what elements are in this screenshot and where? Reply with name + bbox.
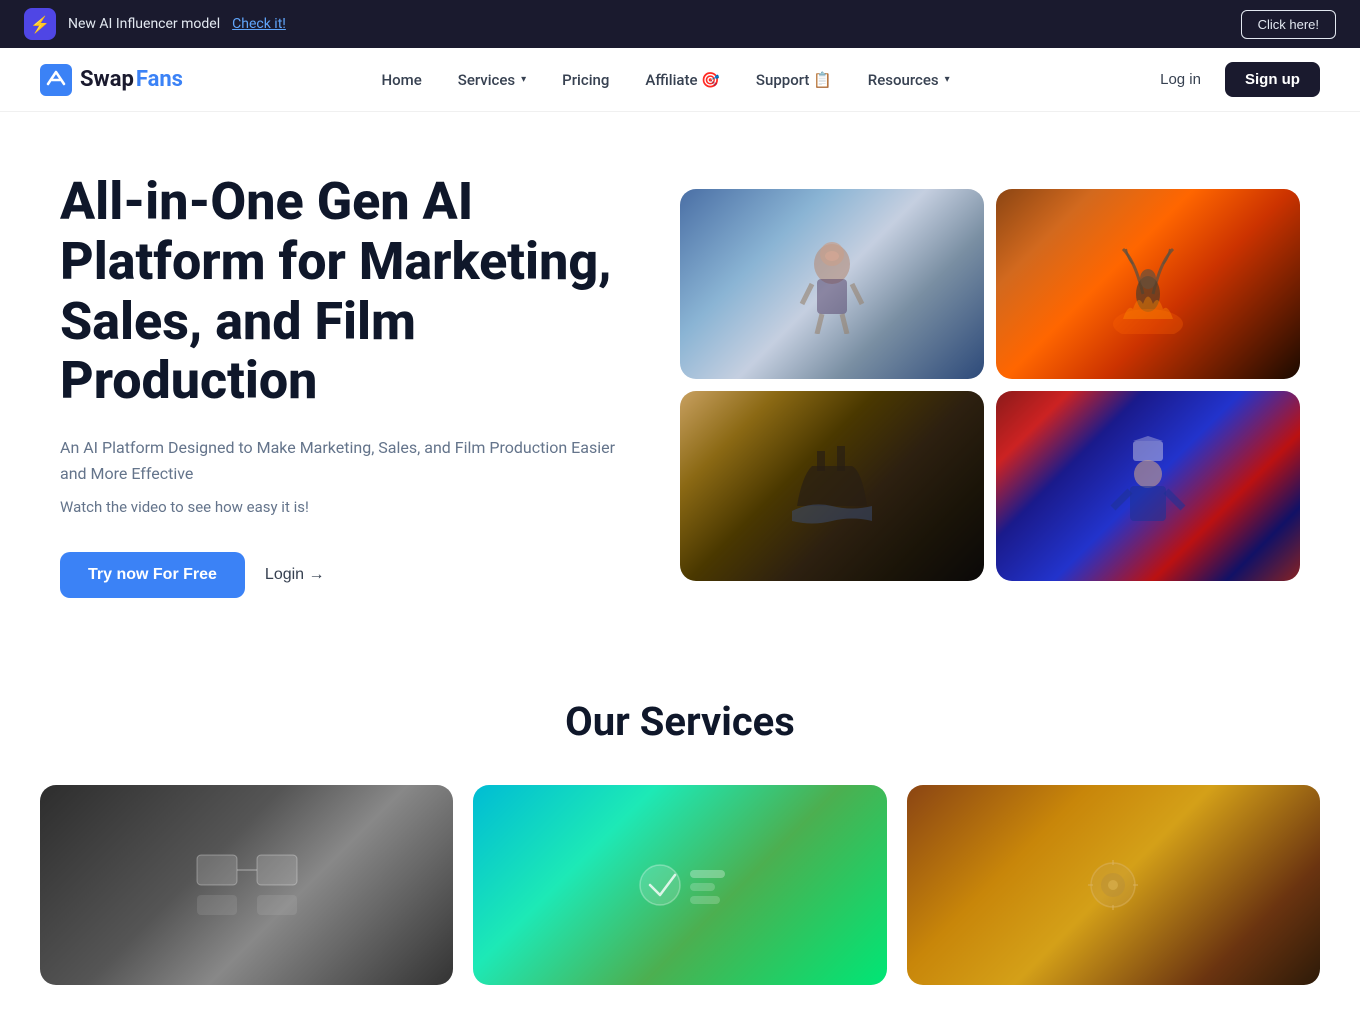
service-card-2[interactable] [473,785,886,985]
hero-section: All-in-One Gen AI Platform for Marketing… [0,112,1360,638]
hero-left: All-in-One Gen AI Platform for Marketing… [60,172,620,598]
hero-watch-text: Watch the video to see how easy it is! [60,498,620,516]
banner-link[interactable]: Check it! [232,16,286,32]
chevron-down-icon: ▾ [945,74,950,85]
top-banner: ⚡ New AI Influencer model Check it! Clic… [0,0,1360,48]
nav-actions: Log in Sign up [1148,62,1320,97]
nav-item-support[interactable]: Support 📋 [742,63,846,97]
login-button[interactable]: Log in [1148,63,1213,96]
hero-login-button[interactable]: Login → [265,566,325,584]
banner-text: New AI Influencer model [68,16,220,32]
hero-subtitle: An AI Platform Designed to Make Marketin… [60,435,620,486]
logo-swap-text: Swap [80,67,134,92]
logo[interactable]: SwapFans [40,64,183,96]
uncle-sam-placeholder [996,391,1300,581]
click-here-button[interactable]: Click here! [1241,10,1336,39]
nav-item-services[interactable]: Services ▾ [444,63,540,97]
ship-sinking-placeholder [680,391,984,581]
nav-links: Home Services ▾ Pricing Affiliate 🎯 Supp… [367,63,963,97]
main-nav: SwapFans Home Services ▾ Pricing Affilia… [0,48,1360,112]
hero-images-grid [680,189,1300,581]
try-now-button[interactable]: Try now For Free [60,552,245,598]
logo-icon [40,64,72,96]
chevron-down-icon: ▾ [521,74,526,85]
hero-image-uncle-sam [996,391,1300,581]
nav-item-resources[interactable]: Resources ▾ [854,63,964,97]
nav-item-pricing[interactable]: Pricing [548,63,623,97]
hero-image-deer [996,189,1300,379]
nav-item-affiliate[interactable]: Affiliate 🎯 [631,63,734,97]
services-cards-grid [40,785,1320,985]
hero-buttons: Try now For Free Login → [60,552,620,598]
hero-image-pig [680,189,984,379]
services-section: Our Services [0,638,1360,1025]
service-card-3[interactable] [907,785,1320,985]
deer-fire-placeholder [996,189,1300,379]
lightning-icon: ⚡ [24,8,56,40]
service-card-1[interactable] [40,785,453,985]
signup-button[interactable]: Sign up [1225,62,1320,97]
banner-left: ⚡ New AI Influencer model Check it! [24,8,286,40]
services-title: Our Services [40,698,1320,745]
logo-fans-text: Fans [136,67,183,92]
hero-image-ship [680,391,984,581]
pig-warrior-placeholder [680,189,984,379]
nav-item-home[interactable]: Home [367,63,435,97]
hero-title: All-in-One Gen AI Platform for Marketing… [60,172,620,411]
